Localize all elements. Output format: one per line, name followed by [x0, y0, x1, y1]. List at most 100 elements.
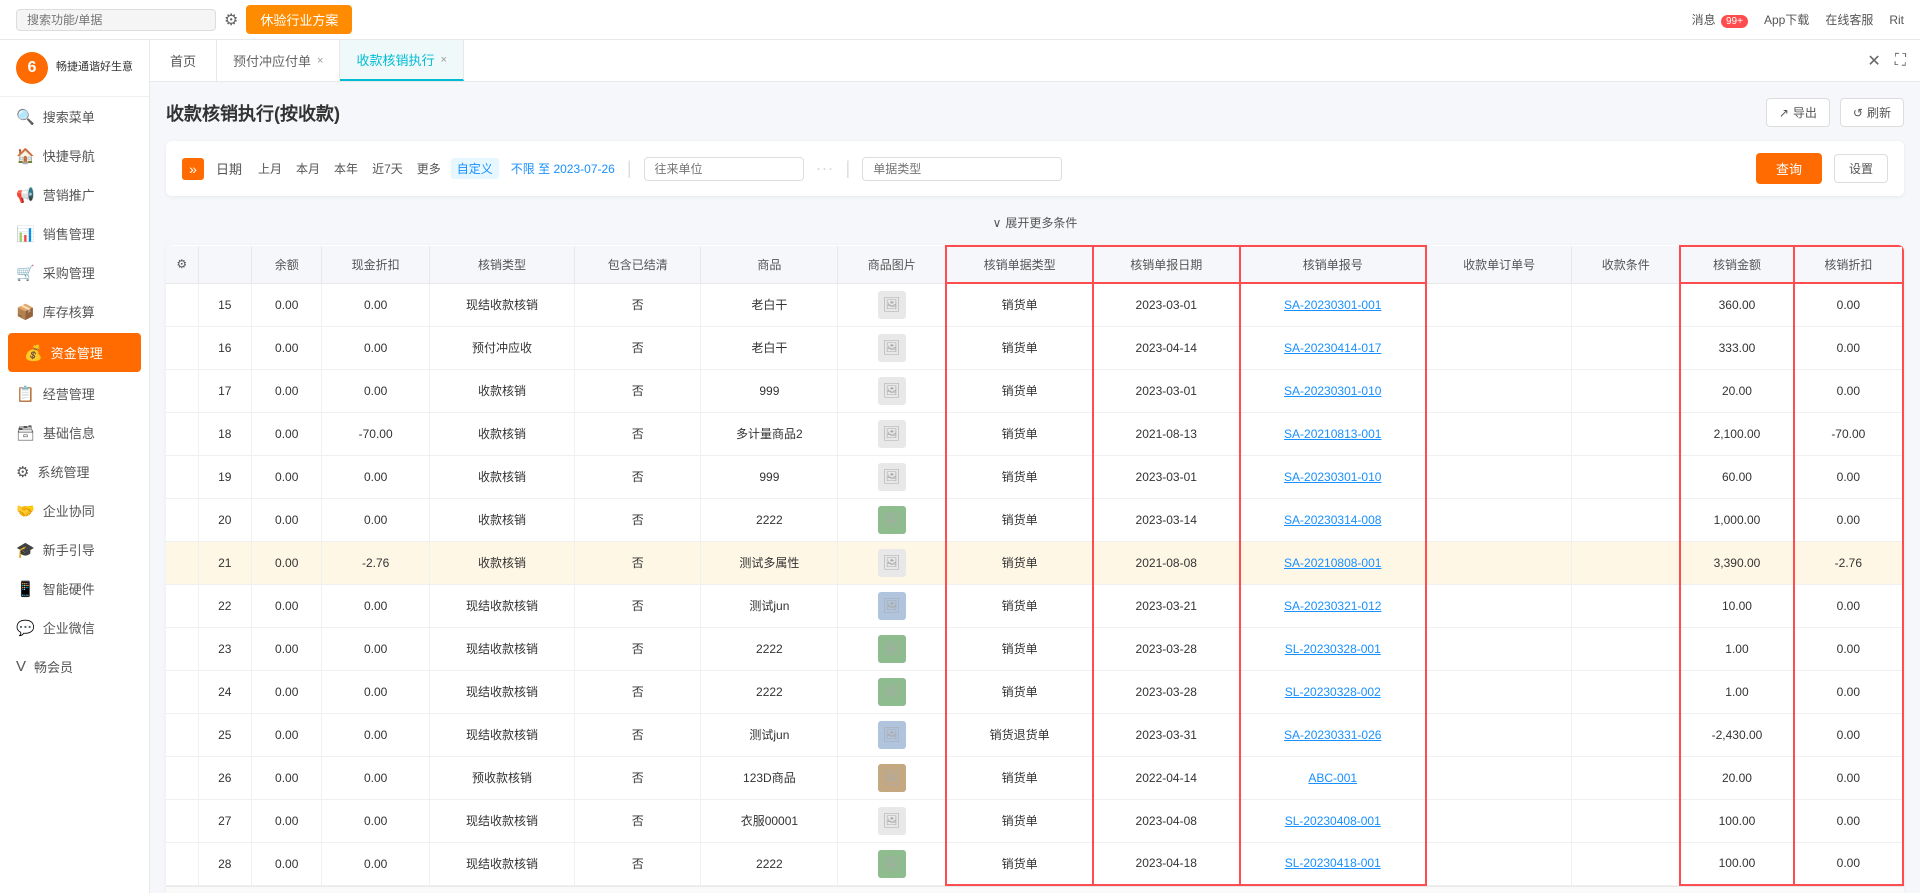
td-seq: 27 — [198, 799, 252, 842]
td-settings — [166, 756, 198, 799]
sidebar-item-marketing[interactable]: 📢营销推广 — [0, 175, 149, 214]
gear-icon[interactable]: ⚙ — [224, 10, 238, 30]
product-thumbnail: 🖼 — [878, 334, 906, 362]
td-cancel-amount: 1.00 — [1680, 670, 1793, 713]
td-settings — [166, 498, 198, 541]
tab-prepay[interactable]: 预付冲应付单 × — [217, 40, 340, 81]
td-cancel-bill-date: 2023-03-28 — [1093, 670, 1240, 713]
td-cash-discount: 0.00 — [322, 842, 430, 885]
date-link-more[interactable]: 更多 — [413, 158, 445, 179]
refresh-label: 刷新 — [1867, 104, 1891, 121]
th-cash-discount: 现金折扣 — [322, 246, 430, 283]
industry-button[interactable]: 休验行业方案 — [246, 5, 352, 34]
cancel-bill-no-link[interactable]: SL-20230418-001 — [1285, 856, 1381, 870]
sidebar-item-operation[interactable]: 📋经营管理 — [0, 374, 149, 413]
date-link-7days[interactable]: 近7天 — [368, 158, 407, 179]
sidebar-item-sales[interactable]: 📊销售管理 — [0, 214, 149, 253]
cancel-bill-no-link[interactable]: SA-20230321-012 — [1284, 599, 1381, 613]
table-row: 23 0.00 0.00 现结收款核销 否 2222 🖼 销货单 2023-03… — [166, 627, 1903, 670]
sidebar-item-collab[interactable]: 🤝企业协同 — [0, 491, 149, 530]
user-name[interactable]: Rit — [1889, 13, 1904, 27]
counterparty-input[interactable] — [644, 157, 804, 181]
th-cancel-bill-type: 核销单据类型 — [946, 246, 1093, 283]
date-link-last-month[interactable]: 上月 — [254, 158, 286, 179]
tab-receipt[interactable]: 收款核销执行 × — [340, 40, 463, 81]
right-actions: 消息 99+ App下载 在线客服 Rit — [1692, 11, 1904, 28]
sidebar-item-wechat[interactable]: 💬企业微信 — [0, 608, 149, 647]
tab-prepay-close[interactable]: × — [317, 55, 323, 67]
td-seq: 21 — [198, 541, 252, 584]
expand-more-btn[interactable]: ∨ 展开更多条件 — [993, 208, 1078, 237]
bill-type-select[interactable] — [862, 157, 1062, 181]
cancel-bill-no-link[interactable]: SA-20210808-001 — [1284, 556, 1381, 570]
sidebar-item-system[interactable]: ⚙系统管理 — [0, 452, 149, 491]
td-product: 测试jun — [701, 584, 838, 627]
td-product: 老白干 — [701, 283, 838, 326]
td-settings — [166, 541, 198, 584]
cancel-bill-no-link[interactable]: SA-20230301-010 — [1284, 384, 1381, 398]
close-window-icon[interactable]: ✕ — [1863, 47, 1884, 75]
online-service-link[interactable]: 在线客服 — [1825, 11, 1873, 28]
td-receipt-order-no — [1426, 799, 1572, 842]
table-scroll[interactable]: ⚙ 余额 现金折扣 核销类型 包含已结清 商品 商品图片 核销单据类型 核销单报… — [166, 245, 1904, 886]
td-receipt-order-no — [1426, 713, 1572, 756]
sidebar-item-label-hardware: 智能硬件 — [43, 579, 95, 598]
td-receipt-order-no — [1426, 541, 1572, 584]
export-button[interactable]: ↗ 导出 — [1766, 98, 1830, 127]
sidebar-item-guide[interactable]: 🎓新手引导 — [0, 530, 149, 569]
date-link-this-year[interactable]: 本年 — [330, 158, 362, 179]
cancel-bill-no-link[interactable]: SL-20230328-002 — [1285, 685, 1381, 699]
td-cancel-amount: 60.00 — [1680, 455, 1793, 498]
cancel-bill-no-link[interactable]: ABC-001 — [1308, 771, 1357, 785]
sidebar-item-hardware[interactable]: 📱智能硬件 — [0, 569, 149, 608]
cancel-bill-no-link[interactable]: SA-20230414-017 — [1284, 341, 1381, 355]
table-row: 28 0.00 0.00 现结收款核销 否 2222 🖼 销货单 2023-04… — [166, 842, 1903, 885]
tab-home[interactable]: 首页 — [150, 40, 217, 81]
search-input[interactable] — [16, 9, 216, 31]
filter-expand-button[interactable]: » — [182, 158, 204, 180]
td-settings — [166, 326, 198, 369]
td-cash-discount: 0.00 — [322, 283, 430, 326]
td-include-settled: 否 — [575, 369, 701, 412]
date-link-custom[interactable]: 自定义 — [451, 158, 499, 179]
td-seq: 24 — [198, 670, 252, 713]
cancel-bill-no-link[interactable]: SA-20230331-026 — [1284, 728, 1381, 742]
cancel-bill-no-link[interactable]: SA-20230314-008 — [1284, 513, 1381, 527]
sidebar-item-member[interactable]: V畅会员 — [0, 647, 149, 686]
cancel-bill-no-link[interactable]: SA-20210813-001 — [1284, 427, 1381, 441]
chevron-down-icon: ∨ — [993, 216, 1002, 230]
td-cancel-amount: 20.00 — [1680, 756, 1793, 799]
messages-link[interactable]: 消息 99+ — [1692, 11, 1748, 28]
td-receipt-order-no — [1426, 369, 1572, 412]
td-receipt-condition — [1572, 498, 1680, 541]
app-download-link[interactable]: App下载 — [1764, 11, 1809, 28]
td-cancel-bill-type: 销货单 — [946, 627, 1093, 670]
sidebar-item-quick_nav[interactable]: 🏠快捷导航 — [0, 136, 149, 175]
product-thumbnail: 🖼 — [878, 850, 906, 878]
cancel-bill-no-link[interactable]: SA-20230301-001 — [1284, 298, 1381, 312]
sidebar-item-purchase[interactable]: 🛒采购管理 — [0, 253, 149, 292]
maximize-icon[interactable]: ⛶ — [1891, 48, 1910, 74]
sidebar-item-finance[interactable]: 💰资金管理 — [8, 333, 141, 372]
td-cancel-discount: 0.00 — [1794, 842, 1903, 885]
td-product-image: 🖼 — [838, 799, 946, 842]
export-icon: ↗ — [1779, 106, 1789, 120]
td-cancel-discount: 0.00 — [1794, 799, 1903, 842]
cancel-bill-no-link[interactable]: SA-20230301-010 — [1284, 470, 1381, 484]
sidebar-item-basic_info[interactable]: 🗃基础信息 — [0, 413, 149, 452]
tab-receipt-close[interactable]: × — [440, 54, 446, 66]
sidebar-item-inventory[interactable]: 📦库存核算 — [0, 292, 149, 331]
data-table: ⚙ 余额 现金折扣 核销类型 包含已结清 商品 商品图片 核销单据类型 核销单报… — [166, 245, 1904, 886]
td-cancel-bill-date: 2021-08-13 — [1093, 412, 1240, 455]
cancel-bill-no-link[interactable]: SL-20230328-001 — [1285, 642, 1381, 656]
refresh-button[interactable]: ↺ 刷新 — [1840, 98, 1904, 127]
td-product: 999 — [701, 369, 838, 412]
td-product-image: 🖼 — [838, 670, 946, 713]
settings-button[interactable]: 设置 — [1834, 154, 1888, 183]
td-product: 2222 — [701, 498, 838, 541]
cancel-bill-no-link[interactable]: SL-20230408-001 — [1285, 814, 1381, 828]
date-link-this-month[interactable]: 本月 — [292, 158, 324, 179]
query-button[interactable]: 查询 — [1756, 153, 1822, 184]
td-cancel-amount: 100.00 — [1680, 842, 1793, 885]
sidebar-item-search[interactable]: 🔍搜索菜单 — [0, 97, 149, 136]
